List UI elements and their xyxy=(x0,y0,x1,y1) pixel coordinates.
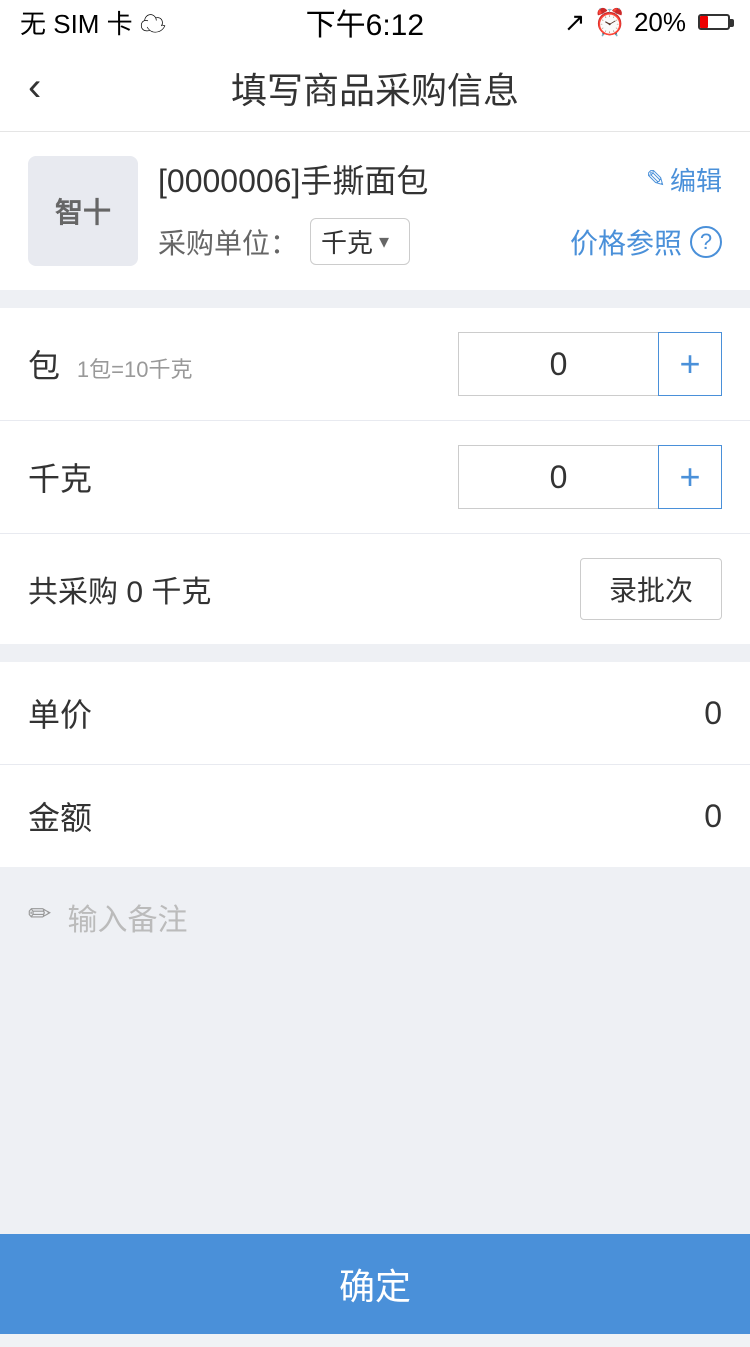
input-row-kg: 千克 + xyxy=(0,421,750,534)
product-info: [0000006]手撕面包 ✎ 编辑 采购单位： 千克 ▾ 价格参照 ? xyxy=(158,156,722,265)
price-reference-button[interactable]: 价格参照 ? xyxy=(570,222,722,262)
qty-plus-kg[interactable]: + xyxy=(658,445,722,509)
status-left: 无 SIM 卡 ☁ xyxy=(20,4,166,41)
record-batch-button[interactable]: 录批次 xyxy=(580,558,722,620)
product-thumbnail: 智十 xyxy=(28,156,138,266)
battery-label: 20% xyxy=(634,7,686,38)
status-right: ↗ ⏰ 20% xyxy=(564,7,730,38)
nav-icon: ↗ xyxy=(564,7,586,38)
unit-label: 采购单位： xyxy=(158,222,298,262)
page-content: 智十 [0000006]手撕面包 ✎ 编辑 采购单位： 千克 ▾ xyxy=(0,132,750,1347)
amount-value: 0 xyxy=(704,798,722,835)
unit-selector-group: 采购单位： 千克 ▾ xyxy=(158,218,410,265)
amount-label: 金额 xyxy=(28,793,92,839)
qty-input-bao[interactable] xyxy=(458,332,658,396)
status-bar: 无 SIM 卡 ☁ 下午6:12 ↗ ⏰ 20% xyxy=(0,0,750,44)
summary-row: 共采购 0 千克 录批次 xyxy=(0,534,750,644)
alarm-icon: ⏰ xyxy=(594,7,626,38)
unit-value: 千克 xyxy=(321,223,373,260)
section-divider-2 xyxy=(0,644,750,662)
help-icon: ? xyxy=(690,226,722,258)
product-card: 智十 [0000006]手撕面包 ✎ 编辑 采购单位： 千克 ▾ xyxy=(0,132,750,290)
label-text-kg: 千克 xyxy=(28,461,92,497)
page-title: 填写商品采购信息 xyxy=(231,62,519,114)
price-label: 单价 xyxy=(28,690,92,736)
product-unit-row: 采购单位： 千克 ▾ 价格参照 ? xyxy=(158,218,722,265)
input-label-kg: 千克 xyxy=(28,454,100,500)
input-label-bao: 包 1包=10千克 xyxy=(28,341,192,387)
info-row-amount: 金额 0 xyxy=(0,765,750,867)
confirm-button[interactable]: 确定 xyxy=(0,1234,750,1334)
info-row-price: 单价 0 xyxy=(0,662,750,765)
product-name-row: [0000006]手撕面包 ✎ 编辑 xyxy=(158,156,722,202)
sim-label: 无 SIM 卡 ☁ xyxy=(20,4,166,41)
summary-text: 共采购 0 千克 xyxy=(28,567,211,611)
nav-bar: ‹ 填写商品采购信息 xyxy=(0,44,750,132)
edit-icon: ✎ xyxy=(646,165,666,194)
edit-button[interactable]: ✎ 编辑 xyxy=(646,161,722,198)
edit-label: 编辑 xyxy=(670,161,722,198)
product-name: [0000006]手撕面包 xyxy=(158,156,428,202)
status-time: 下午6:12 xyxy=(306,0,424,44)
info-section: 单价 0 金额 0 xyxy=(0,662,750,867)
price-value: 0 xyxy=(704,695,722,732)
section-divider-1 xyxy=(0,290,750,308)
sublabel-bao: 1包=10千克 xyxy=(77,357,193,382)
qty-input-kg[interactable] xyxy=(458,445,658,509)
remark-section[interactable]: ✏ 输入备注 xyxy=(0,867,750,1247)
price-ref-label: 价格参照 xyxy=(570,222,682,262)
back-button[interactable]: ‹ xyxy=(28,65,41,110)
remark-placeholder: 输入备注 xyxy=(67,895,187,939)
unit-dropdown-arrow: ▾ xyxy=(379,229,389,254)
input-section: 包 1包=10千克 + 千克 + xyxy=(0,308,750,534)
input-control-bao: + xyxy=(458,332,722,396)
input-control-kg: + xyxy=(458,445,722,509)
unit-select[interactable]: 千克 ▾ xyxy=(310,218,410,265)
qty-plus-bao[interactable]: + xyxy=(658,332,722,396)
input-row-bao: 包 1包=10千克 + xyxy=(0,308,750,421)
label-text-bao: 包 xyxy=(28,348,60,384)
pencil-icon: ✏ xyxy=(28,897,51,930)
product-thumb-text: 智十 xyxy=(55,191,111,231)
battery-icon xyxy=(698,14,730,30)
